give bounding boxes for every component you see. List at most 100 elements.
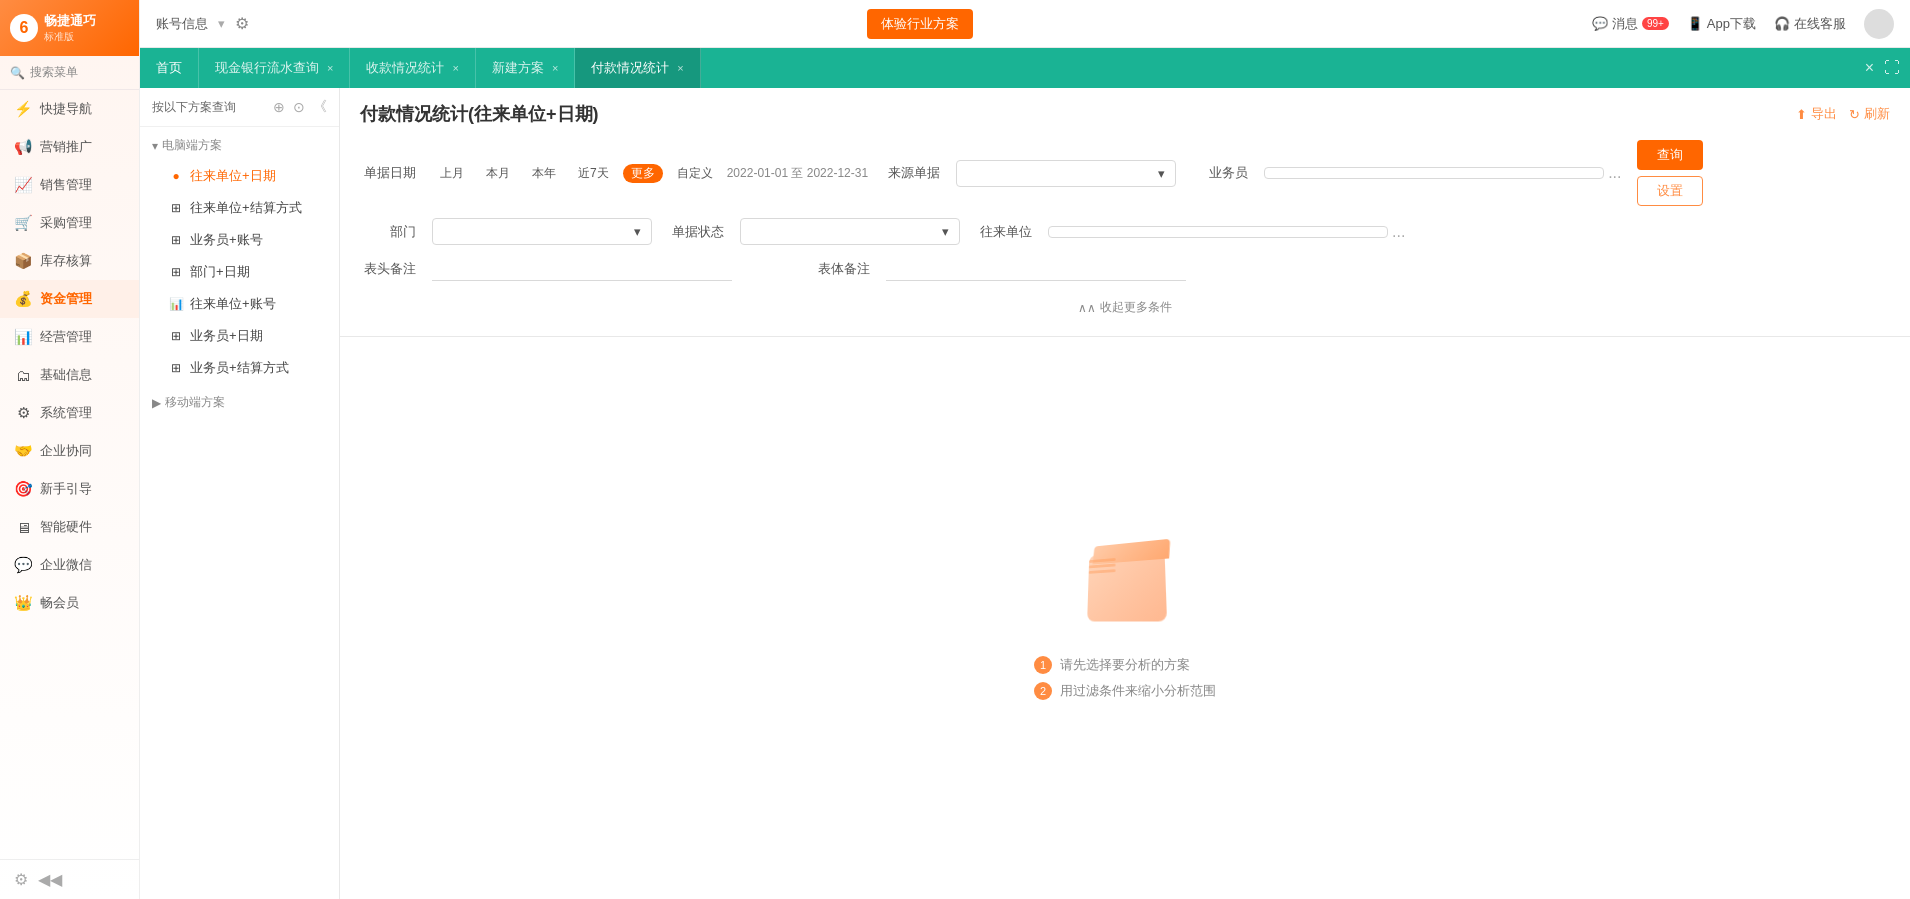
date-option-this-month[interactable]: 本月: [478, 163, 518, 184]
topbar-right: 💬 消息 99+ 📱 App下载 🎧 在线客服: [1592, 9, 1894, 39]
mobile-section-title[interactable]: ▶ 移动端方案: [140, 388, 339, 417]
window-close-icon[interactable]: ×: [1865, 59, 1874, 77]
left-panel-title: 按以下方案查询: [152, 99, 236, 116]
topbar-arrow-icon[interactable]: ▾: [218, 16, 225, 31]
staff-label: 业务员: [1192, 164, 1248, 182]
filter-title-actions: ⬆ 导出 ↻ 刷新: [1796, 105, 1890, 123]
marketing-icon: 📢: [14, 138, 32, 156]
sales-icon: 📈: [14, 176, 32, 194]
tab-payment[interactable]: 付款情况统计 ×: [575, 48, 700, 88]
desktop-schemes-section: ▾ 电脑端方案 ● 往来单位+日期 ⊞ 往来单位+结算方式 ⊞ 业务员+账号 ⊞: [140, 127, 339, 388]
scheme-settings-button[interactable]: ⊙: [293, 99, 305, 115]
sidebar-item-inventory[interactable]: 📦 库存核算: [0, 242, 139, 280]
panel-collapse-button[interactable]: 《: [313, 98, 327, 116]
sidebar-item-finance[interactable]: 💰 资金管理: [0, 280, 139, 318]
desktop-section-title[interactable]: ▾ 电脑端方案: [140, 131, 339, 160]
shortcut-icon: ⚡: [14, 100, 32, 118]
sidebar-item-basic[interactable]: 🗂 基础信息: [0, 356, 139, 394]
sidebar-item-system[interactable]: ⚙ 系统管理: [0, 394, 139, 432]
staff-ellipsis[interactable]: ...: [1608, 164, 1621, 182]
sidebar-item-label: 企业微信: [40, 556, 92, 574]
app-download-button[interactable]: 📱 App下载: [1687, 15, 1756, 33]
window-max-icon[interactable]: ⛶: [1884, 59, 1900, 77]
sidebar-item-label: 库存核算: [40, 252, 92, 270]
sidebar-item-sales[interactable]: 📈 销售管理: [0, 166, 139, 204]
online-service-button[interactable]: 🎧 在线客服: [1774, 15, 1846, 33]
sidebar-item-wechat[interactable]: 💬 企业微信: [0, 546, 139, 584]
export-button[interactable]: ⬆ 导出: [1796, 105, 1837, 123]
related-ellipsis[interactable]: ...: [1392, 223, 1405, 241]
scheme-dept-date[interactable]: ⊞ 部门+日期: [140, 256, 339, 288]
date-option-7days[interactable]: 近7天: [570, 163, 617, 184]
service-icon: 🎧: [1774, 16, 1790, 31]
hint-text-1: 请先选择要分析的方案: [1060, 656, 1190, 674]
left-panel: 按以下方案查询 ⊕ ⊙ 《 ▾ 电脑端方案 ● 往来单位+日期 ⊞: [140, 88, 340, 899]
scheme-grid-icon: ⊞: [168, 200, 184, 216]
scheme-unit-date[interactable]: ● 往来单位+日期: [140, 160, 339, 192]
scheme-grid-icon4: ⊞: [168, 328, 184, 344]
message-button[interactable]: 💬 消息 99+: [1592, 15, 1669, 33]
source-label: 来源单据: [884, 164, 940, 182]
footer-collapse-icon[interactable]: ◀◀: [38, 870, 62, 889]
app-download-label: App下载: [1707, 15, 1756, 33]
filter-row-2: 部门 ▾ 单据状态 ▾ 往来单位 ...: [360, 218, 1890, 245]
tabbar: 首页 现金银行流水查询 × 收款情况统计 × 新建方案 × 付款情况统计 × ×…: [140, 48, 1910, 88]
tab-bank-close[interactable]: ×: [327, 62, 333, 74]
sidebar-item-hardware[interactable]: 🖥 智能硬件: [0, 508, 139, 546]
filter-title-row: 付款情况统计(往来单位+日期) ⬆ 导出 ↻ 刷新: [360, 102, 1890, 126]
footer-settings-icon[interactable]: ⚙: [14, 870, 28, 889]
status-select[interactable]: ▾: [740, 218, 960, 245]
dept-select[interactable]: ▾: [432, 218, 652, 245]
tab-payment-close[interactable]: ×: [677, 62, 683, 74]
tab-receivable-close[interactable]: ×: [452, 62, 458, 74]
refresh-button[interactable]: ↻ 刷新: [1849, 105, 1890, 123]
scheme-label: 业务员+账号: [190, 231, 263, 249]
sidebar-item-shortcut[interactable]: ⚡ 快捷导航: [0, 90, 139, 128]
scheme-staff-account[interactable]: ⊞ 业务员+账号: [140, 224, 339, 256]
add-scheme-button[interactable]: ⊕: [273, 99, 285, 115]
empty-box-shape: [1087, 549, 1167, 622]
sidebar-item-guide[interactable]: 🎯 新手引导: [0, 470, 139, 508]
user-avatar[interactable]: [1864, 9, 1894, 39]
sidebar-item-operation[interactable]: 📊 经营管理: [0, 318, 139, 356]
date-option-last-month[interactable]: 上月: [432, 163, 472, 184]
staff-select[interactable]: [1264, 167, 1604, 179]
settings-button[interactable]: 设置: [1637, 176, 1703, 206]
date-option-more[interactable]: 更多: [623, 164, 663, 183]
query-button[interactable]: 查询: [1637, 140, 1703, 170]
purchase-icon: 🛒: [14, 214, 32, 232]
trial-button[interactable]: 体验行业方案: [867, 9, 973, 39]
tab-home[interactable]: 首页: [140, 48, 199, 88]
related-select[interactable]: [1048, 226, 1388, 238]
scheme-staff-date[interactable]: ⊞ 业务员+日期: [140, 320, 339, 352]
tab-payment-label: 付款情况统计: [591, 59, 669, 77]
scheme-unit-account[interactable]: 📊 往来单位+账号: [140, 288, 339, 320]
tab-bank[interactable]: 现金银行流水查询 ×: [199, 48, 350, 88]
sidebar-item-purchase[interactable]: 🛒 采购管理: [0, 204, 139, 242]
source-select[interactable]: ▾: [956, 160, 1176, 187]
date-option-this-year[interactable]: 本年: [524, 163, 564, 184]
sidebar-item-enterprise[interactable]: 🤝 企业协同: [0, 432, 139, 470]
topbar-settings-icon[interactable]: ⚙: [235, 14, 249, 33]
related-label: 往来单位: [976, 223, 1032, 241]
sidebar-item-marketing[interactable]: 📢 营销推广: [0, 128, 139, 166]
main: 账号信息 ▾ ⚙ 体验行业方案 💬 消息 99+ 📱 App下载 🎧 在线客服: [140, 0, 1910, 899]
empty-hints: 1 请先选择要分析的方案 2 用过滤条件来缩小分析范围: [1034, 656, 1216, 700]
body-note-input[interactable]: [886, 257, 1186, 281]
tab-new-scheme-close[interactable]: ×: [552, 62, 558, 74]
tab-new-scheme[interactable]: 新建方案 ×: [476, 48, 575, 88]
sidebar: 6 畅捷通巧 标准版 🔍 搜索菜单 ⚡ 快捷导航 📢 营销推广 📈 销售管理 🛒…: [0, 0, 140, 899]
refresh-icon: ↻: [1849, 107, 1860, 122]
sidebar-item-label: 新手引导: [40, 480, 92, 498]
date-range: 2022-01-01 至 2022-12-31: [727, 165, 868, 182]
sidebar-search[interactable]: 🔍 搜索菜单: [0, 56, 139, 90]
scheme-unit-settlement[interactable]: ⊞ 往来单位+结算方式: [140, 192, 339, 224]
collapse-more-button[interactable]: ∧∧ 收起更多条件: [360, 293, 1890, 322]
tab-receivable[interactable]: 收款情况统计 ×: [350, 48, 475, 88]
sidebar-logo: 6: [10, 14, 38, 42]
date-option-custom[interactable]: 自定义: [669, 163, 721, 184]
scheme-staff-settlement[interactable]: ⊞ 业务员+结算方式: [140, 352, 339, 384]
header-note-input[interactable]: [432, 257, 732, 281]
export-label: 导出: [1811, 105, 1837, 123]
sidebar-item-member[interactable]: 👑 畅会员: [0, 584, 139, 622]
